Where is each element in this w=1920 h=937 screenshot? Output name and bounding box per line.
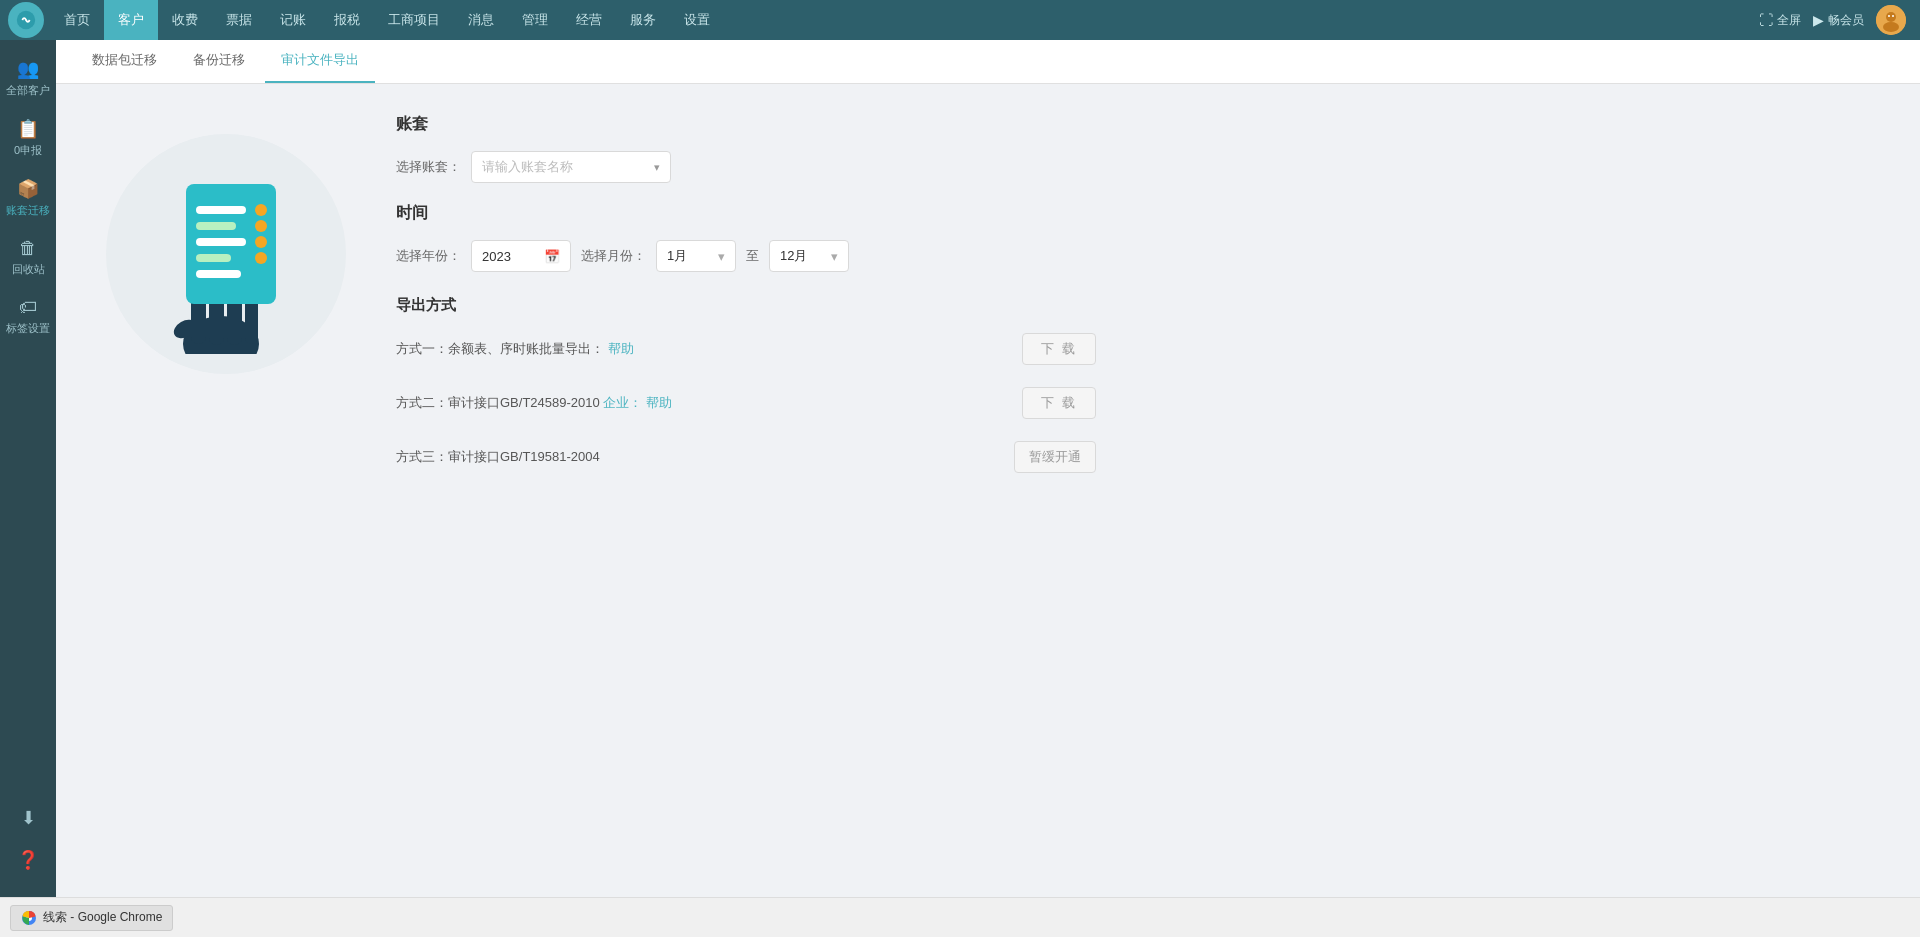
month-start-chevron-icon: ▾ bbox=[718, 249, 725, 264]
tab-backup-migration[interactable]: 备份迁移 bbox=[177, 40, 261, 83]
sidebar-help-icon[interactable]: ❓ bbox=[17, 841, 39, 879]
nav-item-tax[interactable]: 报税 bbox=[320, 0, 374, 40]
taskbar: 线索 - Google Chrome bbox=[0, 897, 1920, 937]
month-end-select[interactable]: 12月 ▾ bbox=[769, 240, 849, 272]
calendar-icon: 📅 bbox=[544, 249, 560, 264]
method2-label: 方式二：审计接口GB/T24589-2010 企业： 帮助 bbox=[396, 394, 672, 412]
year-input[interactable]: 2023 📅 bbox=[471, 240, 571, 272]
account-chevron-icon: ▾ bbox=[654, 161, 660, 174]
account-select-input[interactable]: 请输入账套名称 ▾ bbox=[471, 151, 671, 183]
export-method-3: 方式三：审计接口GB/T19581-2004 暂缓开通 bbox=[396, 441, 1096, 473]
nav-item-service[interactable]: 服务 bbox=[616, 0, 670, 40]
year-value: 2023 bbox=[482, 249, 511, 264]
account-label: 选择账套： bbox=[396, 158, 461, 176]
method2-download-button[interactable]: 下 载 bbox=[1022, 387, 1096, 419]
svg-rect-14 bbox=[196, 222, 236, 230]
sidebar-download-icon[interactable]: ⬇ bbox=[21, 799, 36, 837]
member-button[interactable]: ▶ 畅会员 bbox=[1813, 12, 1864, 29]
account-placeholder: 请输入账套名称 bbox=[482, 158, 573, 176]
chrome-icon bbox=[21, 910, 37, 926]
method3-label: 方式三：审计接口GB/T19581-2004 bbox=[396, 448, 600, 466]
nav-item-manage[interactable]: 管理 bbox=[508, 0, 562, 40]
svg-rect-13 bbox=[196, 206, 246, 214]
method3-coming-soon-button[interactable]: 暂缓开通 bbox=[1014, 441, 1096, 473]
fullscreen-button[interactable]: ⛶ 全屏 bbox=[1759, 12, 1801, 29]
method1-help-link[interactable]: 帮助 bbox=[608, 341, 634, 356]
tabs-bar: 数据包迁移 备份迁移 审计文件导出 bbox=[56, 40, 1920, 84]
tab-data-migration[interactable]: 数据包迁移 bbox=[76, 40, 173, 83]
section-title-time: 时间 bbox=[396, 203, 1096, 224]
svg-point-18 bbox=[255, 204, 267, 216]
method2-help-link[interactable]: 帮助 bbox=[646, 395, 672, 410]
nav-item-bookkeeping[interactable]: 记账 bbox=[266, 0, 320, 40]
export-method-2: 方式二：审计接口GB/T24589-2010 企业： 帮助 下 载 bbox=[396, 387, 1096, 419]
month-end-value: 12月 bbox=[780, 247, 807, 265]
taskbar-item-label: 线索 - Google Chrome bbox=[43, 909, 162, 926]
svg-rect-17 bbox=[196, 270, 241, 278]
sidebar-item-all-customers[interactable]: 👥 全部客户 bbox=[0, 48, 56, 108]
app-logo[interactable] bbox=[8, 2, 44, 38]
sidebar-item-tag-settings[interactable]: 🏷 标签设置 bbox=[0, 287, 56, 346]
method1-label: 方式一：余额表、序时账批量导出： 帮助 bbox=[396, 340, 634, 358]
time-row: 选择年份： 2023 📅 选择月份： 1月 ▾ 至 12月 ▾ bbox=[396, 240, 1096, 272]
taskbar-chrome-item[interactable]: 线索 - Google Chrome bbox=[10, 905, 173, 931]
section-title-export: 导出方式 bbox=[396, 296, 1096, 315]
tab-audit-export[interactable]: 审计文件导出 bbox=[265, 40, 375, 83]
svg-point-3 bbox=[1883, 22, 1899, 32]
svg-point-21 bbox=[255, 252, 267, 264]
nav-item-business[interactable]: 工商项目 bbox=[374, 0, 454, 40]
tag-settings-icon: 🏷 bbox=[19, 297, 37, 318]
nav-item-operation[interactable]: 经营 bbox=[562, 0, 616, 40]
to-label: 至 bbox=[746, 247, 759, 265]
account-migration-icon: 📦 bbox=[17, 178, 39, 200]
recycle-bin-icon: 🗑 bbox=[19, 238, 37, 259]
export-method-1: 方式一：余额表、序时账批量导出： 帮助 下 载 bbox=[396, 333, 1096, 365]
svg-rect-16 bbox=[196, 254, 231, 262]
illustration-area bbox=[96, 114, 356, 867]
nav-item-home[interactable]: 首页 bbox=[50, 0, 104, 40]
nav-item-ticket[interactable]: 票据 bbox=[212, 0, 266, 40]
sidebar-item-recycle-bin[interactable]: 🗑 回收站 bbox=[0, 228, 56, 287]
svg-point-20 bbox=[255, 236, 267, 248]
content-area: 数据包迁移 备份迁移 审计文件导出 bbox=[56, 40, 1920, 897]
all-customers-icon: 👥 bbox=[17, 58, 39, 80]
sidebar-item-zero-declaration[interactable]: 📋 0申报 bbox=[0, 108, 56, 168]
year-label: 选择年份： bbox=[396, 247, 461, 265]
month-end-chevron-icon: ▾ bbox=[831, 249, 838, 264]
page-content: 账套 选择账套： 请输入账套名称 ▾ 时间 选择年份： 2023 📅 bbox=[56, 84, 1920, 897]
illustration-circle bbox=[106, 134, 346, 374]
method2-company-link[interactable]: 企业： bbox=[603, 395, 642, 410]
month-start-select[interactable]: 1月 ▾ bbox=[656, 240, 736, 272]
nav-item-fee[interactable]: 收费 bbox=[158, 0, 212, 40]
month-label: 选择月份： bbox=[581, 247, 646, 265]
svg-rect-15 bbox=[196, 238, 246, 246]
sidebar-bottom: ⬇ ❓ bbox=[17, 799, 39, 889]
form-area: 账套 选择账套： 请输入账套名称 ▾ 时间 选择年份： 2023 📅 bbox=[396, 114, 1096, 867]
nav-items-list: 首页 客户 收费 票据 记账 报税 工商项目 消息 管理 经营 服务 设置 bbox=[50, 0, 1759, 40]
nav-right-area: ⛶ 全屏 ▶ 畅会员 bbox=[1759, 5, 1920, 35]
month-start-value: 1月 bbox=[667, 247, 687, 265]
method1-download-button[interactable]: 下 载 bbox=[1022, 333, 1096, 365]
svg-point-19 bbox=[255, 220, 267, 232]
svg-point-4 bbox=[1888, 15, 1890, 17]
zero-declaration-icon: 📋 bbox=[17, 118, 39, 140]
main-layout: 👥 全部客户 📋 0申报 📦 账套迁移 🗑 回收站 🏷 标签设置 ⬇ ❓ 数据包… bbox=[0, 40, 1920, 897]
svg-point-2 bbox=[1886, 12, 1896, 22]
nav-item-message[interactable]: 消息 bbox=[454, 0, 508, 40]
svg-point-5 bbox=[1892, 15, 1894, 17]
sidebar-item-account-migration[interactable]: 📦 账套迁移 bbox=[0, 168, 56, 228]
top-navigation: 首页 客户 收费 票据 记账 报税 工商项目 消息 管理 经营 服务 设置 ⛶ … bbox=[0, 0, 1920, 40]
left-sidebar: 👥 全部客户 📋 0申报 📦 账套迁移 🗑 回收站 🏷 标签设置 ⬇ ❓ bbox=[0, 40, 56, 897]
account-select-row: 选择账套： 请输入账套名称 ▾ bbox=[396, 151, 1096, 183]
section-title-account: 账套 bbox=[396, 114, 1096, 135]
avatar[interactable] bbox=[1876, 5, 1906, 35]
nav-item-customer[interactable]: 客户 bbox=[104, 0, 158, 40]
nav-item-settings[interactable]: 设置 bbox=[670, 0, 724, 40]
